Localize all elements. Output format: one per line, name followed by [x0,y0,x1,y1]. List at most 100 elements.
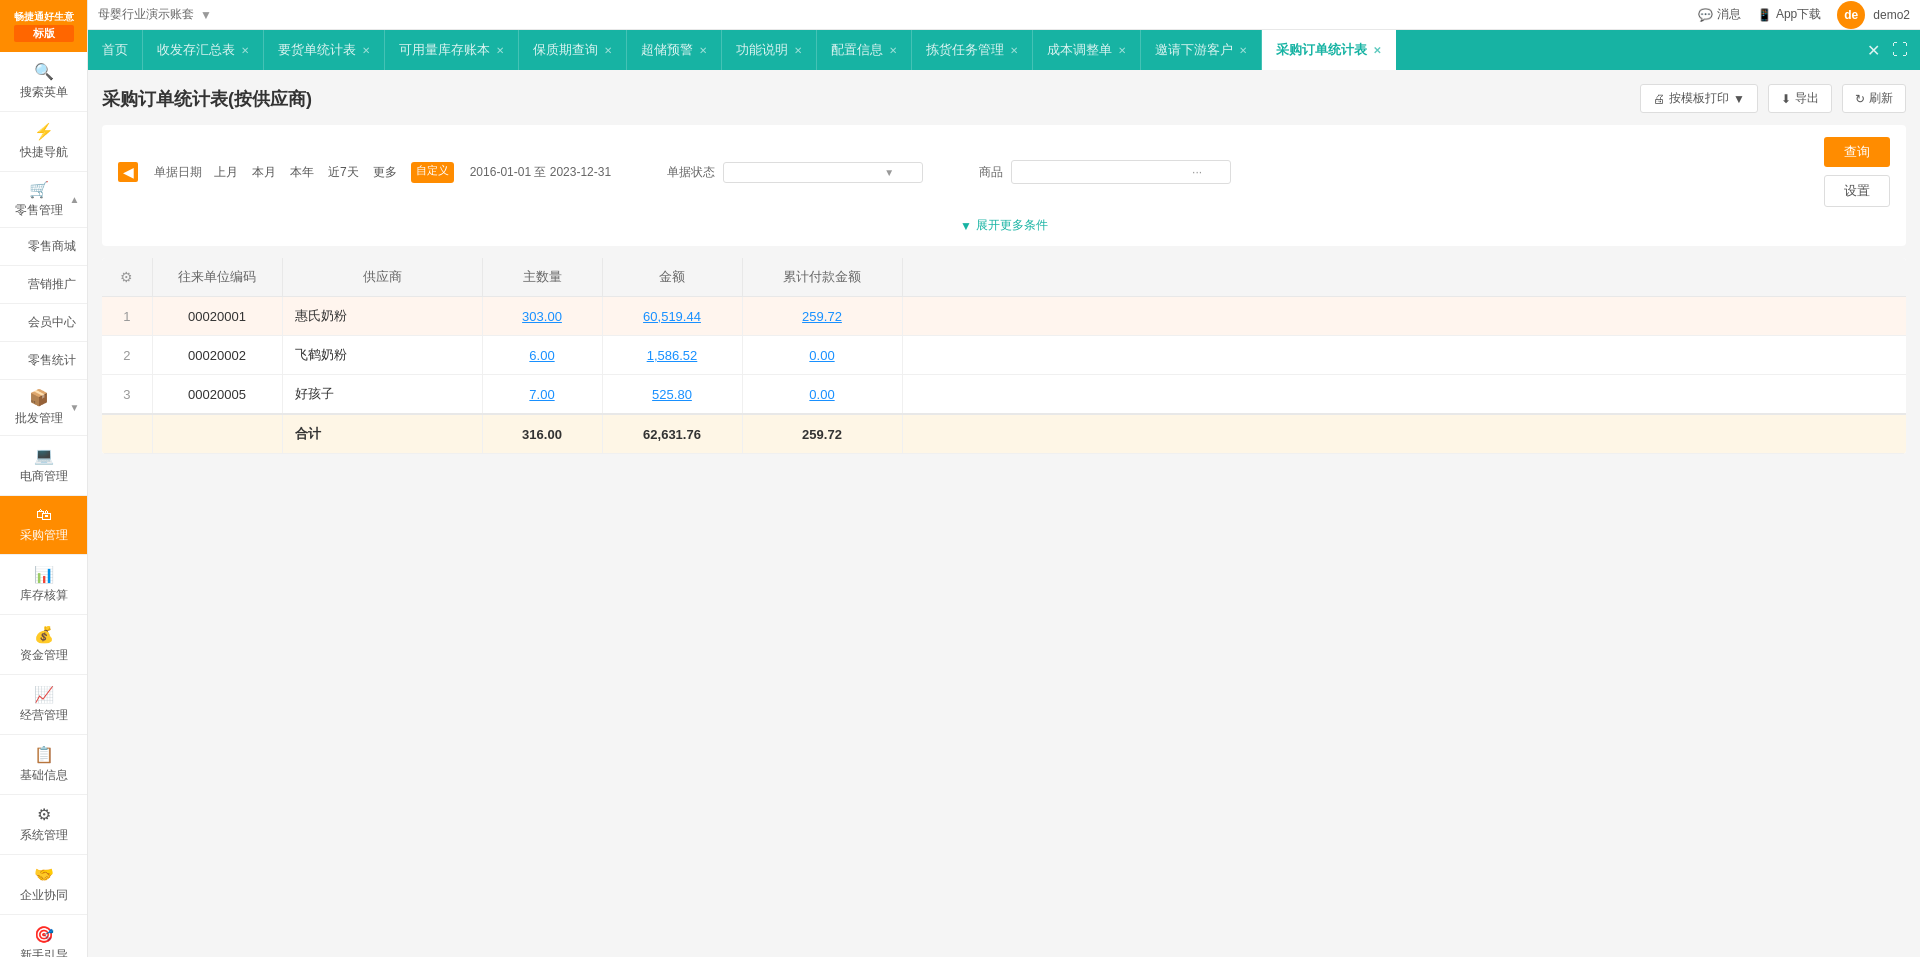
tab-invite-downstream[interactable]: 邀请下游客户 ✕ [1141,30,1262,70]
search-icon: 🔍 [34,62,54,81]
cell-amount[interactable]: 60,519.44 [602,297,742,336]
sidebar: 畅捷通好生意 标版 🔍 搜索英单 ⚡ 快捷导航 🛒 零售管理 ▲ 零售商城 营销… [0,0,88,957]
date-shortcut-this-year[interactable]: 本年 [286,162,318,183]
tab-inventory-ledger[interactable]: 可用量库存账本 ✕ [385,30,519,70]
settings-button[interactable]: 设置 [1824,175,1890,207]
toggle-filter-button[interactable]: ◀ [118,162,138,182]
expand-row: ▼ 展开更多条件 [118,217,1890,234]
tab-close-icon[interactable]: ✕ [699,45,707,56]
cell-seq: 1 [102,297,152,336]
tab-expiry-query[interactable]: 保质期查询 ✕ [519,30,627,70]
print-button[interactable]: 🖨 按模板打印 ▼ [1640,84,1758,113]
footer-empty-1 [102,414,152,454]
tab-close-all-button[interactable]: ✕ [1863,37,1884,64]
cell-code: 00020005 [152,375,282,415]
refresh-button[interactable]: ↻ 刷新 [1842,84,1906,113]
company-name: 母婴行业演示账套 [98,6,194,23]
cell-code: 00020002 [152,336,282,375]
sidebar-item-ecommerce[interactable]: 💻 电商管理 [0,436,88,496]
table-footer: 合计 316.00 62,631.76 259.72 [102,414,1906,454]
query-button[interactable]: 查询 [1824,137,1890,167]
topbar-right: 💬 消息 📱 App下载 de demo2 [1698,1,1910,29]
sidebar-item-enterprise[interactable]: 🤝 企业协同 [0,855,88,915]
date-shortcut-last-month[interactable]: 上月 [210,162,242,183]
tab-bar: 首页 收发存汇总表 ✕ 要货单统计表 ✕ 可用量库存账本 ✕ 保质期查询 ✕ 超… [88,30,1920,70]
sidebar-item-search[interactable]: 🔍 搜索英单 [0,52,88,112]
table-row: 2 00020002 飞鹤奶粉 6.00 1,586.52 0.00 [102,336,1906,375]
cell-paid[interactable]: 0.00 [742,336,902,375]
tab-purchase-order-stat[interactable]: 采购订单统计表 ✕ [1262,30,1396,70]
sidebar-item-marketing[interactable]: 营销推广 [0,266,88,304]
sidebar-item-finance[interactable]: 💰 资金管理 [0,615,88,675]
date-shortcut-this-month[interactable]: 本月 [248,162,280,183]
app-download-button[interactable]: 📱 App下载 [1757,6,1821,23]
cell-qty[interactable]: 6.00 [482,336,602,375]
tab-order-summary[interactable]: 要货单统计表 ✕ [264,30,385,70]
cell-qty[interactable]: 303.00 [482,297,602,336]
cell-qty[interactable]: 7.00 [482,375,602,415]
tab-close-icon[interactable]: ✕ [241,45,249,56]
sidebar-item-retail[interactable]: 🛒 零售管理 ▲ [0,172,88,228]
sidebar-item-system[interactable]: ⚙ 系统管理 [0,795,88,855]
goods-input[interactable]: ··· [1011,160,1231,184]
tab-close-icon[interactable]: ✕ [1373,45,1381,56]
tab-close-icon[interactable]: ✕ [794,45,802,56]
export-button[interactable]: ⬇ 导出 [1768,84,1832,113]
sidebar-item-newbie[interactable]: 🎯 新手引导 [0,915,88,957]
sidebar-item-basic[interactable]: 📋 基础信息 [0,735,88,795]
tab-function-desc[interactable]: 功能说明 ✕ [722,30,817,70]
ops-icon: 📈 [34,685,54,704]
sidebar-item-purchase[interactable]: 🛍 采购管理 [0,496,88,555]
tab-maximize-button[interactable]: ⛶ [1888,37,1912,63]
status-select[interactable]: ▼ [723,162,923,183]
footer-paid: 259.72 [742,414,902,454]
tab-close-icon[interactable]: ✕ [1239,45,1247,56]
column-settings-icon[interactable]: ⚙ [120,269,133,285]
data-table-container: ⚙ 往来单位编码 供应商 主数量 金额 累计付款金额 1 00020001 惠氏… [102,258,1906,454]
sidebar-item-ops[interactable]: 📈 经营管理 [0,675,88,735]
cell-extra [902,336,1906,375]
print-arrow-icon: ▼ [1733,92,1745,106]
tab-close-icon[interactable]: ✕ [1118,45,1126,56]
retail-icon: 🛒 [29,180,49,199]
cell-paid[interactable]: 0.00 [742,375,902,415]
refresh-icon: ↻ [1855,92,1865,106]
cell-paid[interactable]: 259.72 [742,297,902,336]
footer-amount: 62,631.76 [602,414,742,454]
sidebar-item-inventory[interactable]: 📊 库存核算 [0,555,88,615]
tab-receive-summary[interactable]: 收发存汇总表 ✕ [143,30,264,70]
user-area: de demo2 [1837,1,1910,29]
sidebar-item-member[interactable]: 会员中心 [0,304,88,342]
cell-supplier: 飞鹤奶粉 [282,336,482,375]
tab-home[interactable]: 首页 [88,30,143,70]
tab-overstock-alert[interactable]: 超储预警 ✕ [627,30,722,70]
expand-more-button[interactable]: ▼ 展开更多条件 [960,217,1048,234]
date-shortcut-7days[interactable]: 近7天 [324,162,363,183]
tab-close-icon[interactable]: ✕ [496,45,504,56]
tab-cost-adjust[interactable]: 成本调整单 ✕ [1033,30,1141,70]
table-header-row: ⚙ 往来单位编码 供应商 主数量 金额 累计付款金额 [102,258,1906,297]
dropdown-icon[interactable]: ▼ [200,8,212,22]
goods-more-icon: ··· [1192,165,1202,179]
tab-close-icon[interactable]: ✕ [1010,45,1018,56]
wholesale-icon: 📦 [29,388,49,407]
tab-config-info[interactable]: 配置信息 ✕ [817,30,912,70]
tab-picking-task[interactable]: 拣货任务管理 ✕ [912,30,1033,70]
cell-amount[interactable]: 525.80 [602,375,742,415]
date-shortcut-more[interactable]: 更多 [369,162,401,183]
cell-amount[interactable]: 1,586.52 [602,336,742,375]
filter-status: 单据状态 ▼ [667,162,923,183]
sidebar-item-retail-stat[interactable]: 零售统计 [0,342,88,380]
sidebar-item-wholesale[interactable]: 📦 批发管理 ▼ [0,380,88,436]
sidebar-item-retail-mall[interactable]: 零售商城 [0,228,88,266]
message-button[interactable]: 💬 消息 [1698,6,1741,23]
data-table: ⚙ 往来单位编码 供应商 主数量 金额 累计付款金额 1 00020001 惠氏… [102,258,1906,454]
export-icon: ⬇ [1781,92,1791,106]
tab-close-icon[interactable]: ✕ [604,45,612,56]
cell-supplier: 好孩子 [282,375,482,415]
message-icon: 💬 [1698,8,1713,22]
retail-arrow-icon: ▲ [70,194,80,205]
tab-close-icon[interactable]: ✕ [889,45,897,56]
sidebar-item-quicknav[interactable]: ⚡ 快捷导航 [0,112,88,172]
tab-close-icon[interactable]: ✕ [362,45,370,56]
